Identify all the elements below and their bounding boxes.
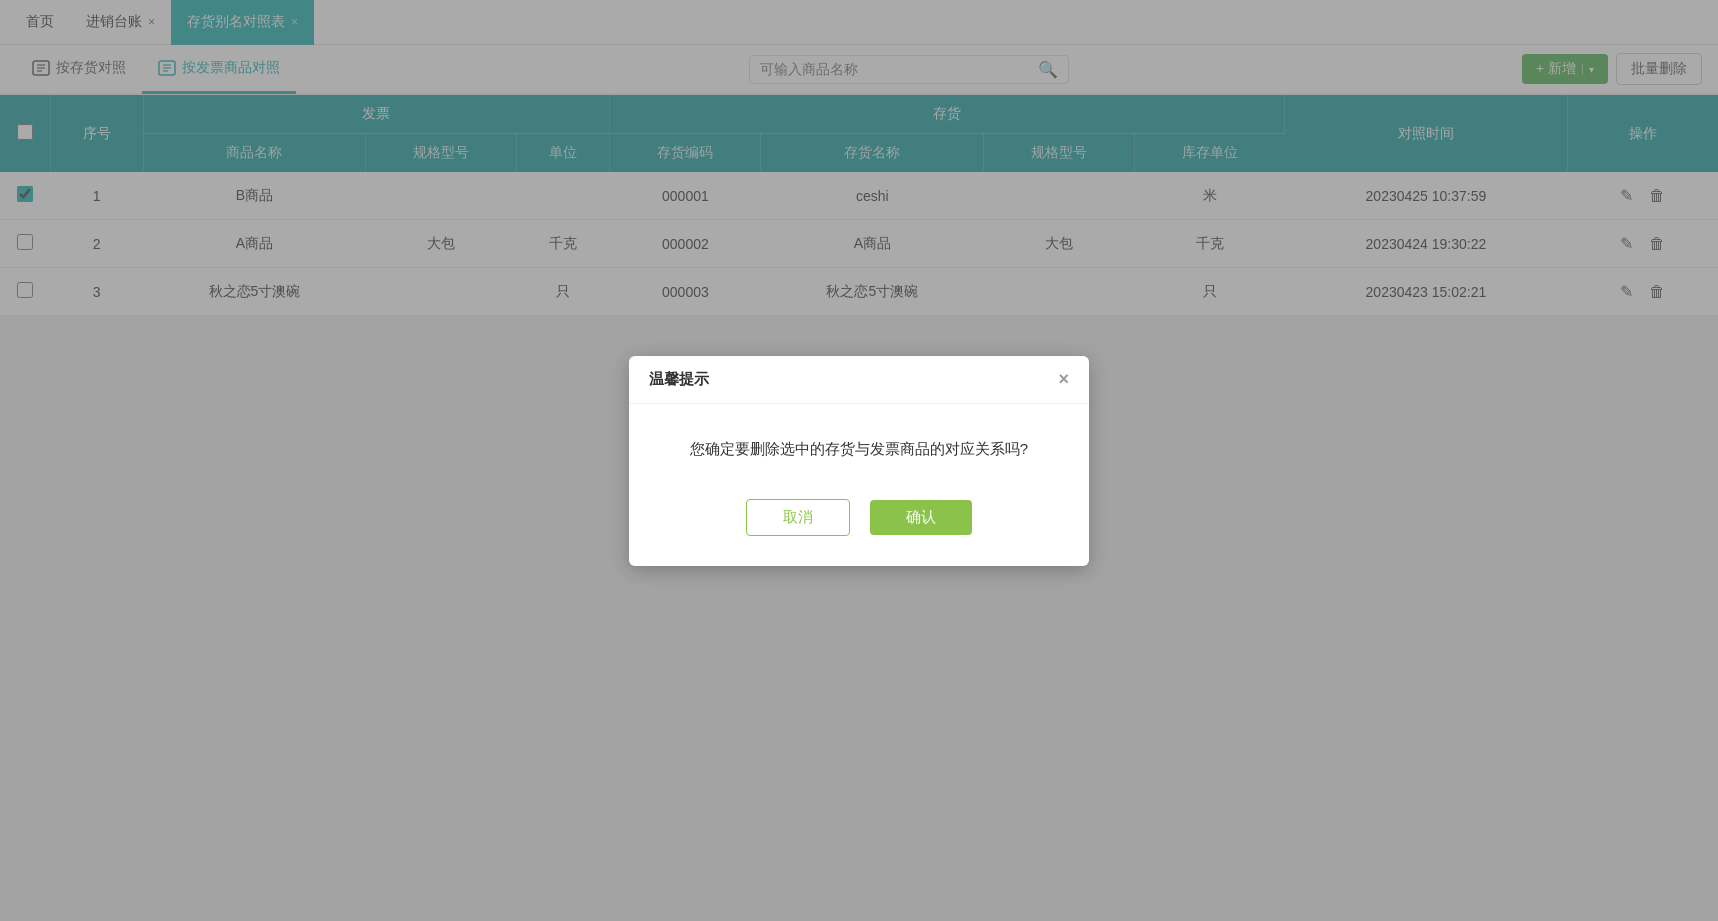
overlay: 温馨提示 × 您确定要删除选中的存货与发票商品的对应关系吗? 取消 确认	[0, 0, 1718, 316]
